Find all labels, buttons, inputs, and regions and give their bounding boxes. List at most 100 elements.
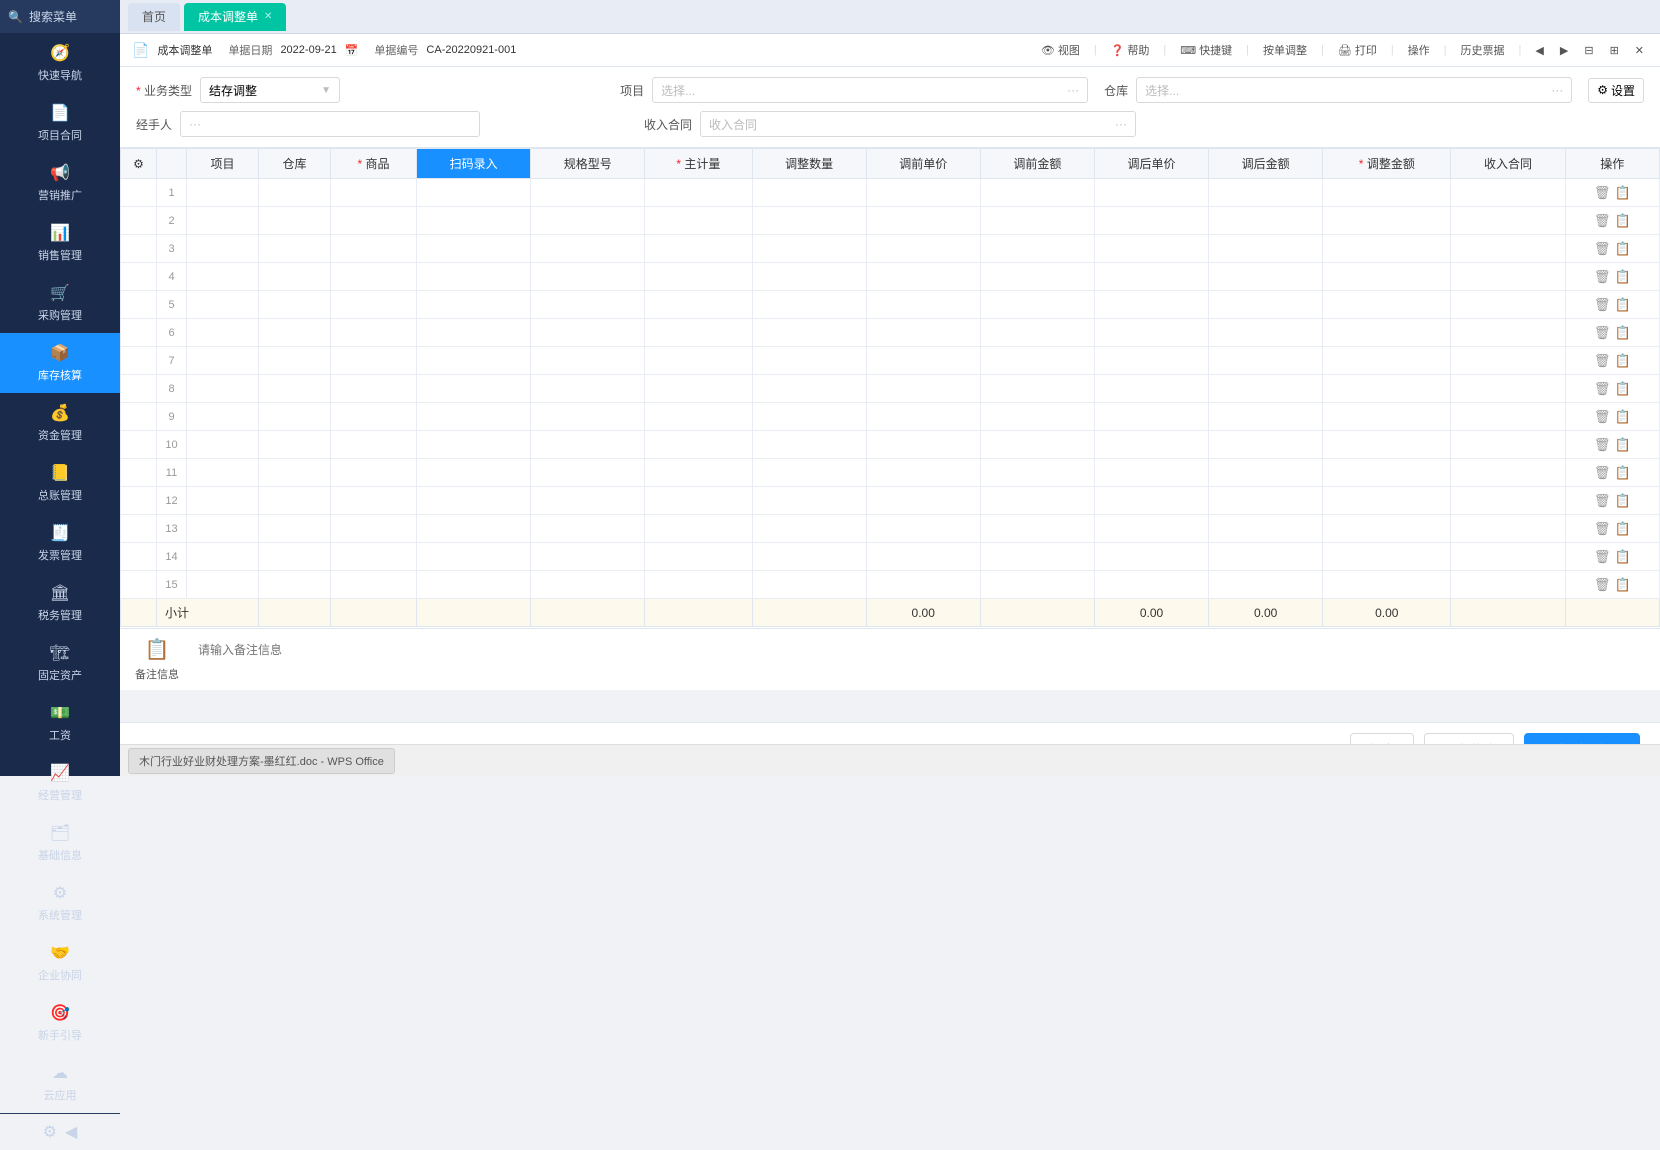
row-unit-1[interactable]: [645, 179, 752, 207]
row-project-4[interactable]: [187, 263, 259, 291]
row-adjust-qty-14[interactable]: [752, 543, 866, 571]
row-warehouse-13[interactable]: [259, 515, 331, 543]
row-scan-15[interactable]: [417, 571, 531, 599]
row-adjust-qty-3[interactable]: [752, 235, 866, 263]
row-unit-8[interactable]: [645, 375, 752, 403]
row-project-10[interactable]: [187, 431, 259, 459]
delete-icon-15[interactable]: 🗑: [1594, 577, 1611, 593]
row-product-10[interactable]: [331, 431, 417, 459]
row-project-8[interactable]: [187, 375, 259, 403]
row-spec-12[interactable]: [531, 487, 645, 515]
row-revenue-contract-13[interactable]: [1451, 515, 1565, 543]
row-action-11[interactable]: 🗑 📋: [1565, 459, 1659, 487]
row-after-amount-5[interactable]: [1209, 291, 1323, 319]
row-unit-14[interactable]: [645, 543, 752, 571]
row-before-price-3[interactable]: [866, 235, 980, 263]
row-product-13[interactable]: [331, 515, 417, 543]
copy-icon-3[interactable]: 📋: [1614, 241, 1630, 257]
business-type-input[interactable]: 结存调整 ▼: [200, 77, 340, 103]
row-unit-13[interactable]: [645, 515, 752, 543]
row-after-amount-9[interactable]: [1209, 403, 1323, 431]
row-after-amount-15[interactable]: [1209, 571, 1323, 599]
row-warehouse-7[interactable]: [259, 347, 331, 375]
sidebar-item-sales-promo[interactable]: 📢营销推广: [0, 153, 120, 213]
row-spec-4[interactable]: [531, 263, 645, 291]
row-after-price-6[interactable]: [1094, 319, 1208, 347]
row-product-9[interactable]: [331, 403, 417, 431]
row-action-9[interactable]: 🗑 📋: [1565, 403, 1659, 431]
toolbar-print[interactable]: 🖨 打印: [1334, 40, 1381, 60]
row-before-price-10[interactable]: [866, 431, 980, 459]
copy-icon-6[interactable]: 📋: [1614, 325, 1630, 341]
row-after-price-14[interactable]: [1094, 543, 1208, 571]
row-product-12[interactable]: [331, 487, 417, 515]
delete-icon-11[interactable]: 🗑: [1594, 465, 1611, 481]
row-before-price-5[interactable]: [866, 291, 980, 319]
row-after-amount-12[interactable]: [1209, 487, 1323, 515]
row-after-price-1[interactable]: [1094, 179, 1208, 207]
warehouse-input[interactable]: 选择... ···: [1136, 77, 1572, 103]
row-adjust-qty-15[interactable]: [752, 571, 866, 599]
row-warehouse-12[interactable]: [259, 487, 331, 515]
row-checkbox-12[interactable]: [121, 487, 157, 515]
row-revenue-contract-1[interactable]: [1451, 179, 1565, 207]
row-after-amount-4[interactable]: [1209, 263, 1323, 291]
row-unit-2[interactable]: [645, 207, 752, 235]
row-product-4[interactable]: [331, 263, 417, 291]
sidebar-item-purchase-mgmt[interactable]: 🛒采购管理: [0, 273, 120, 333]
copy-icon-2[interactable]: 📋: [1614, 213, 1630, 229]
revenue-contract-input[interactable]: 收入合同 ···: [700, 111, 1136, 137]
toolbar-next[interactable]: ▶: [1556, 42, 1572, 59]
row-scan-8[interactable]: [417, 375, 531, 403]
row-scan-9[interactable]: [417, 403, 531, 431]
delete-icon-6[interactable]: 🗑: [1594, 325, 1611, 341]
row-before-price-4[interactable]: [866, 263, 980, 291]
row-project-11[interactable]: [187, 459, 259, 487]
row-action-13[interactable]: 🗑 📋: [1565, 515, 1659, 543]
delete-icon-1[interactable]: 🗑: [1594, 185, 1611, 201]
row-revenue-contract-4[interactable]: [1451, 263, 1565, 291]
row-adjust-amount-15[interactable]: [1323, 571, 1451, 599]
delete-icon-14[interactable]: 🗑: [1594, 549, 1611, 565]
row-before-price-2[interactable]: [866, 207, 980, 235]
row-adjust-qty-6[interactable]: [752, 319, 866, 347]
row-unit-3[interactable]: [645, 235, 752, 263]
row-adjust-qty-7[interactable]: [752, 347, 866, 375]
row-warehouse-14[interactable]: [259, 543, 331, 571]
row-checkbox-13[interactable]: [121, 515, 157, 543]
row-adjust-qty-11[interactable]: [752, 459, 866, 487]
row-product-14[interactable]: [331, 543, 417, 571]
row-scan-13[interactable]: [417, 515, 531, 543]
row-unit-11[interactable]: [645, 459, 752, 487]
tab-cost-adjust-close[interactable]: ✕: [264, 11, 272, 22]
row-revenue-contract-7[interactable]: [1451, 347, 1565, 375]
col-gear[interactable]: ⚙: [121, 149, 157, 179]
row-revenue-contract-15[interactable]: [1451, 571, 1565, 599]
sidebar-item-ledger-mgmt[interactable]: 📒总账管理: [0, 453, 120, 513]
settings-icon[interactable]: ⚙: [43, 1122, 57, 1142]
row-before-amount-6[interactable]: [980, 319, 1094, 347]
row-checkbox-5[interactable]: [121, 291, 157, 319]
row-action-4[interactable]: 🗑 📋: [1565, 263, 1659, 291]
delete-icon-13[interactable]: 🗑: [1594, 521, 1611, 537]
row-adjust-qty-12[interactable]: [752, 487, 866, 515]
toolbar-expand1[interactable]: ⊟: [1580, 42, 1597, 59]
row-unit-10[interactable]: [645, 431, 752, 459]
row-product-3[interactable]: [331, 235, 417, 263]
row-after-price-2[interactable]: [1094, 207, 1208, 235]
row-before-price-6[interactable]: [866, 319, 980, 347]
row-after-price-11[interactable]: [1094, 459, 1208, 487]
row-warehouse-11[interactable]: [259, 459, 331, 487]
copy-icon-7[interactable]: 📋: [1614, 353, 1630, 369]
row-before-price-12[interactable]: [866, 487, 980, 515]
row-unit-9[interactable]: [645, 403, 752, 431]
sidebar-item-inventory[interactable]: 📦库存核算: [0, 333, 120, 393]
row-spec-10[interactable]: [531, 431, 645, 459]
row-before-price-15[interactable]: [866, 571, 980, 599]
delete-icon-12[interactable]: 🗑: [1594, 493, 1611, 509]
taskbar-wps-item[interactable]: 木门行业好业财处理方案-墨红红.doc - WPS Office: [128, 748, 395, 774]
row-revenue-contract-11[interactable]: [1451, 459, 1565, 487]
sidebar-item-project-contract[interactable]: 📄项目合同: [0, 93, 120, 153]
row-product-8[interactable]: [331, 375, 417, 403]
row-project-14[interactable]: [187, 543, 259, 571]
